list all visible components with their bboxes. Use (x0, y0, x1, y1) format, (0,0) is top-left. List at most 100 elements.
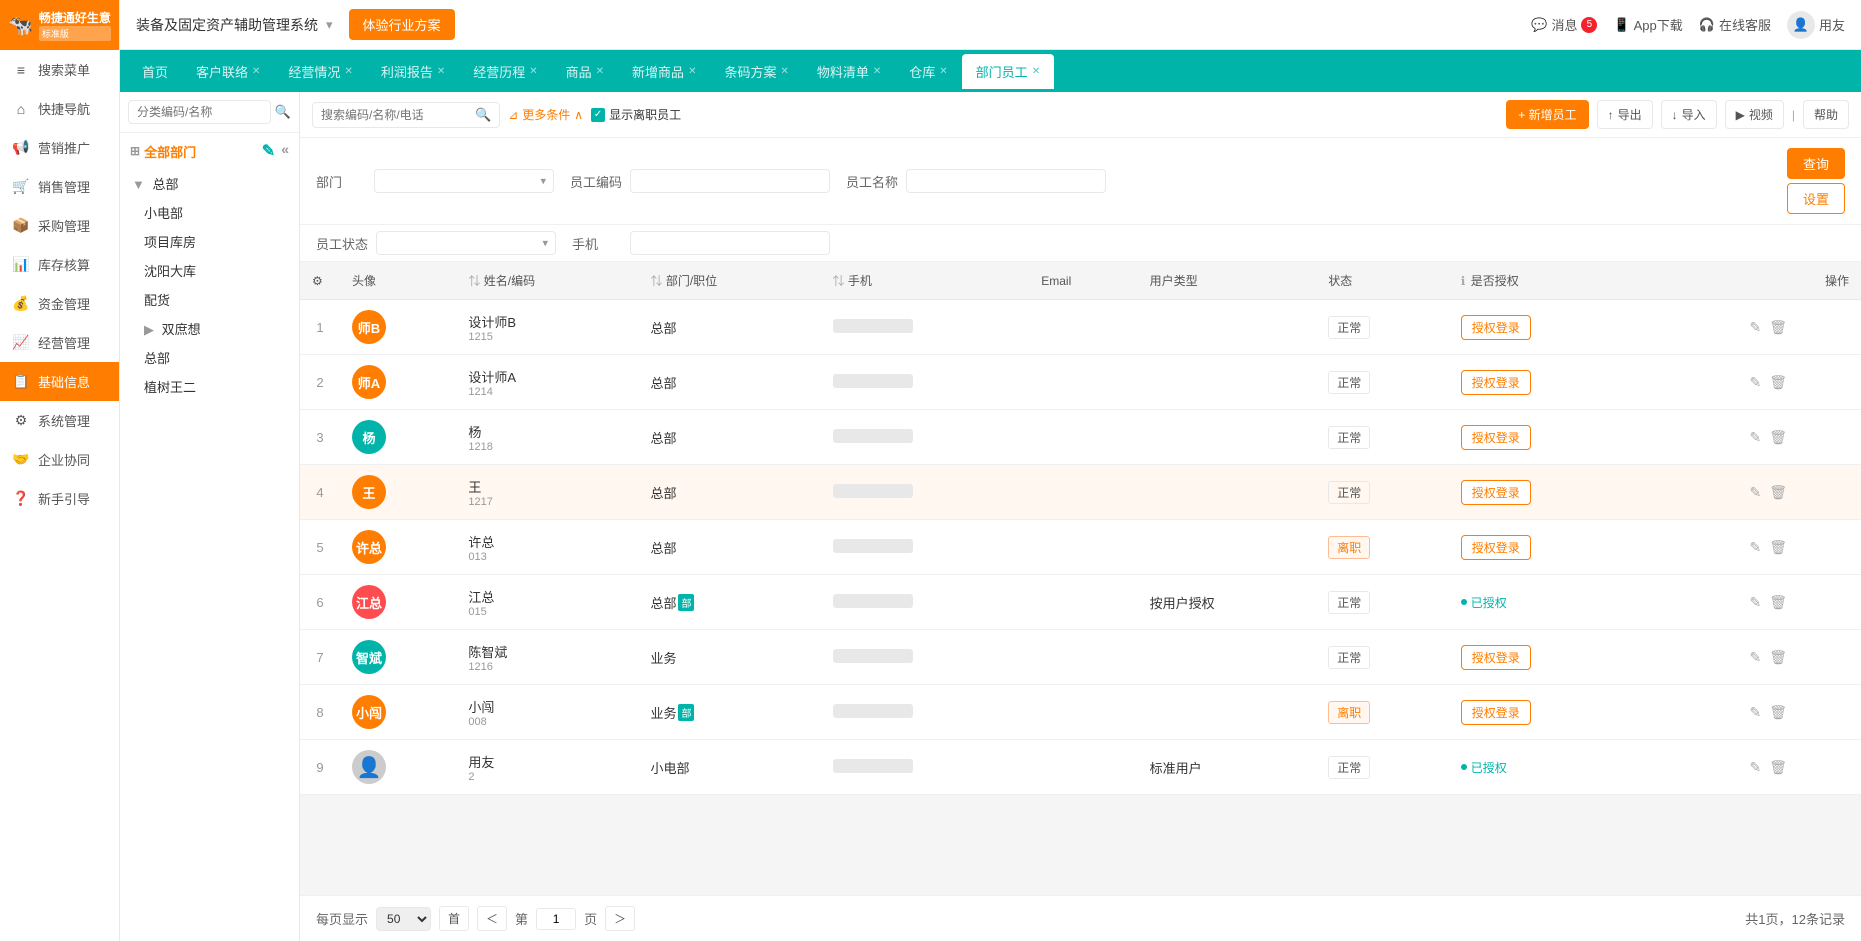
prev-page-btn[interactable]: ＜ (477, 906, 507, 931)
show-resign-toggle[interactable]: ✓ 显示离职员工 (591, 106, 681, 123)
sidebar-item-finance[interactable]: 💰 资金管理 (0, 284, 119, 323)
search-icon[interactable]: 🔍 (475, 107, 491, 123)
tab-process-close[interactable]: ✕ (529, 66, 537, 77)
tab-barcode[interactable]: 条码方案 ✕ (710, 54, 802, 89)
message-btn[interactable]: 💬 消息 5 (1531, 15, 1597, 34)
tab-new-goods[interactable]: 新增商品 ✕ (618, 54, 710, 89)
delete-icon[interactable]: 🗑 (1769, 429, 1787, 446)
auth-btn[interactable]: 授权登录 (1461, 700, 1531, 725)
delete-icon[interactable]: 🗑 (1769, 319, 1787, 336)
edit-icon[interactable]: ✎ (1749, 704, 1761, 721)
tree-node-zongbu[interactable]: 总部 (120, 343, 299, 372)
tab-profit-close[interactable]: ✕ (437, 66, 445, 77)
auth-btn[interactable]: 授权登录 (1461, 370, 1531, 395)
delete-icon[interactable]: 🗑 (1769, 374, 1787, 391)
search-input[interactable] (321, 108, 471, 122)
tab-staff[interactable]: 部门员工 ✕ (962, 54, 1054, 89)
edit-icon[interactable]: ✎ (1749, 649, 1761, 666)
edit-icon[interactable]: ✎ (1749, 484, 1761, 501)
tab-goods-close[interactable]: ✕ (596, 66, 604, 77)
edit-icon[interactable]: ✎ (1749, 429, 1761, 446)
sidebar-item-search[interactable]: ≡ 搜索菜单 (0, 50, 119, 89)
edit-icon[interactable]: ✎ (1749, 594, 1761, 611)
delete-icon[interactable]: 🗑 (1769, 484, 1787, 501)
tab-customer[interactable]: 客户联络 ✕ (182, 54, 274, 89)
sidebar-item-sales[interactable]: 🛒 销售管理 (0, 167, 119, 206)
delete-icon[interactable]: 🗑 (1769, 759, 1787, 776)
delete-icon[interactable]: 🗑 (1769, 649, 1787, 666)
tree-node-shuangshu[interactable]: ▶ 双庶想 (120, 314, 299, 343)
sidebar-item-inventory[interactable]: 📊 库存核算 (0, 245, 119, 284)
tree-node-xiaodian[interactable]: 小电部 (120, 198, 299, 227)
col-dept[interactable]: ⇅ 部门/职位 (638, 262, 820, 300)
sidebar-item-guide[interactable]: ❓ 新手引导 (0, 479, 119, 518)
auth-btn[interactable]: 授权登录 (1461, 535, 1531, 560)
tree-edit-icon[interactable]: ✎ (262, 141, 275, 161)
edit-icon[interactable]: ✎ (1749, 539, 1761, 556)
sidebar-item-enterprise[interactable]: 🤝 企业协同 (0, 440, 119, 479)
per-page-select[interactable]: 50 100 (376, 907, 431, 931)
tab-barcode-close[interactable]: ✕ (780, 66, 788, 77)
tab-sales-hist-close[interactable]: ✕ (344, 66, 352, 77)
next-page-btn[interactable]: ＞ (605, 906, 635, 931)
emp-code-input[interactable] (630, 169, 830, 193)
sidebar-item-system[interactable]: ⚙ 系统管理 (0, 401, 119, 440)
first-page-btn[interactable]: 首 (439, 906, 469, 931)
tree-node-project[interactable]: 项目库房 (120, 227, 299, 256)
edit-icon[interactable]: ✎ (1749, 759, 1761, 776)
trial-btn[interactable]: 体验行业方案 (349, 9, 455, 40)
sidebar-item-purchase[interactable]: 📦 采购管理 (0, 206, 119, 245)
tab-warehouse[interactable]: 仓库 ✕ (895, 54, 961, 89)
import-btn[interactable]: ↓ 导入 (1661, 100, 1717, 129)
tab-staff-close[interactable]: ✕ (1032, 66, 1040, 77)
tab-new-goods-close[interactable]: ✕ (688, 66, 696, 77)
page-number-input[interactable] (536, 908, 576, 930)
video-btn[interactable]: ▶ 视频 (1725, 100, 1784, 129)
auth-btn[interactable]: 授权登录 (1461, 425, 1531, 450)
tab-material[interactable]: 物料清单 ✕ (803, 54, 895, 89)
tree-node-shenyang[interactable]: 沈阳大库 (120, 256, 299, 285)
auth-btn[interactable]: 授权登录 (1461, 645, 1531, 670)
delete-icon[interactable]: 🗑 (1769, 594, 1787, 611)
edit-icon[interactable]: ✎ (1749, 319, 1761, 336)
edit-icon[interactable]: ✎ (1749, 374, 1761, 391)
tree-node-zhaowang[interactable]: 植树王二 (120, 372, 299, 401)
auth-btn[interactable]: 授权登录 (1461, 480, 1531, 505)
col-settings[interactable]: ⚙ (300, 262, 340, 300)
dropdown-icon[interactable]: ▾ (326, 17, 333, 33)
tree-collapse-icon[interactable]: « (281, 141, 289, 161)
tab-material-close[interactable]: ✕ (873, 66, 881, 77)
sidebar-item-operation[interactable]: 📈 经营管理 (0, 323, 119, 362)
reset-btn[interactable]: 设置 (1787, 183, 1845, 214)
col-name[interactable]: ⇅ 姓名/编码 (456, 262, 638, 300)
tree-node-root[interactable]: ▼ 总部 (120, 169, 299, 198)
tab-warehouse-close[interactable]: ✕ (939, 66, 947, 77)
phone-input[interactable] (630, 231, 830, 255)
tab-goods[interactable]: 商品 ✕ (552, 54, 618, 89)
status-select[interactable] (376, 231, 556, 255)
tab-home[interactable]: 首页 (128, 54, 182, 89)
tree-search-icon[interactable]: 🔍 (275, 104, 291, 120)
tree-search-input[interactable] (128, 100, 271, 124)
tab-process[interactable]: 经营历程 ✕ (459, 54, 551, 89)
sidebar-item-marketing[interactable]: 📢 营销推广 (0, 128, 119, 167)
auth-btn[interactable]: 授权登录 (1461, 315, 1531, 340)
delete-icon[interactable]: 🗑 (1769, 704, 1787, 721)
delete-icon[interactable]: 🗑 (1769, 539, 1787, 556)
help-btn[interactable]: 帮助 (1803, 100, 1849, 129)
sidebar-item-shortcut[interactable]: ⌂ 快捷导航 (0, 89, 119, 128)
col-phone[interactable]: ⇅ 手机 (821, 262, 1030, 300)
tab-profit[interactable]: 利润报告 ✕ (367, 54, 459, 89)
dept-select[interactable] (374, 169, 554, 193)
user-btn[interactable]: 👤 用友 (1787, 11, 1845, 39)
export-btn[interactable]: ↑ 导出 (1597, 100, 1653, 129)
sidebar-item-basic[interactable]: 📋 基础信息 (0, 362, 119, 401)
tree-node-peihuo[interactable]: 配货 (120, 285, 299, 314)
app-download-btn[interactable]: 📱 App下载 (1613, 15, 1682, 34)
service-btn[interactable]: 🎧 在线客服 (1699, 15, 1771, 34)
tab-sales-hist[interactable]: 经营情况 ✕ (274, 54, 366, 89)
add-employee-btn[interactable]: + 新增员工 (1506, 100, 1588, 129)
emp-name-input[interactable] (906, 169, 1106, 193)
query-btn[interactable]: 查询 (1787, 148, 1845, 179)
tab-customer-close[interactable]: ✕ (252, 66, 260, 77)
